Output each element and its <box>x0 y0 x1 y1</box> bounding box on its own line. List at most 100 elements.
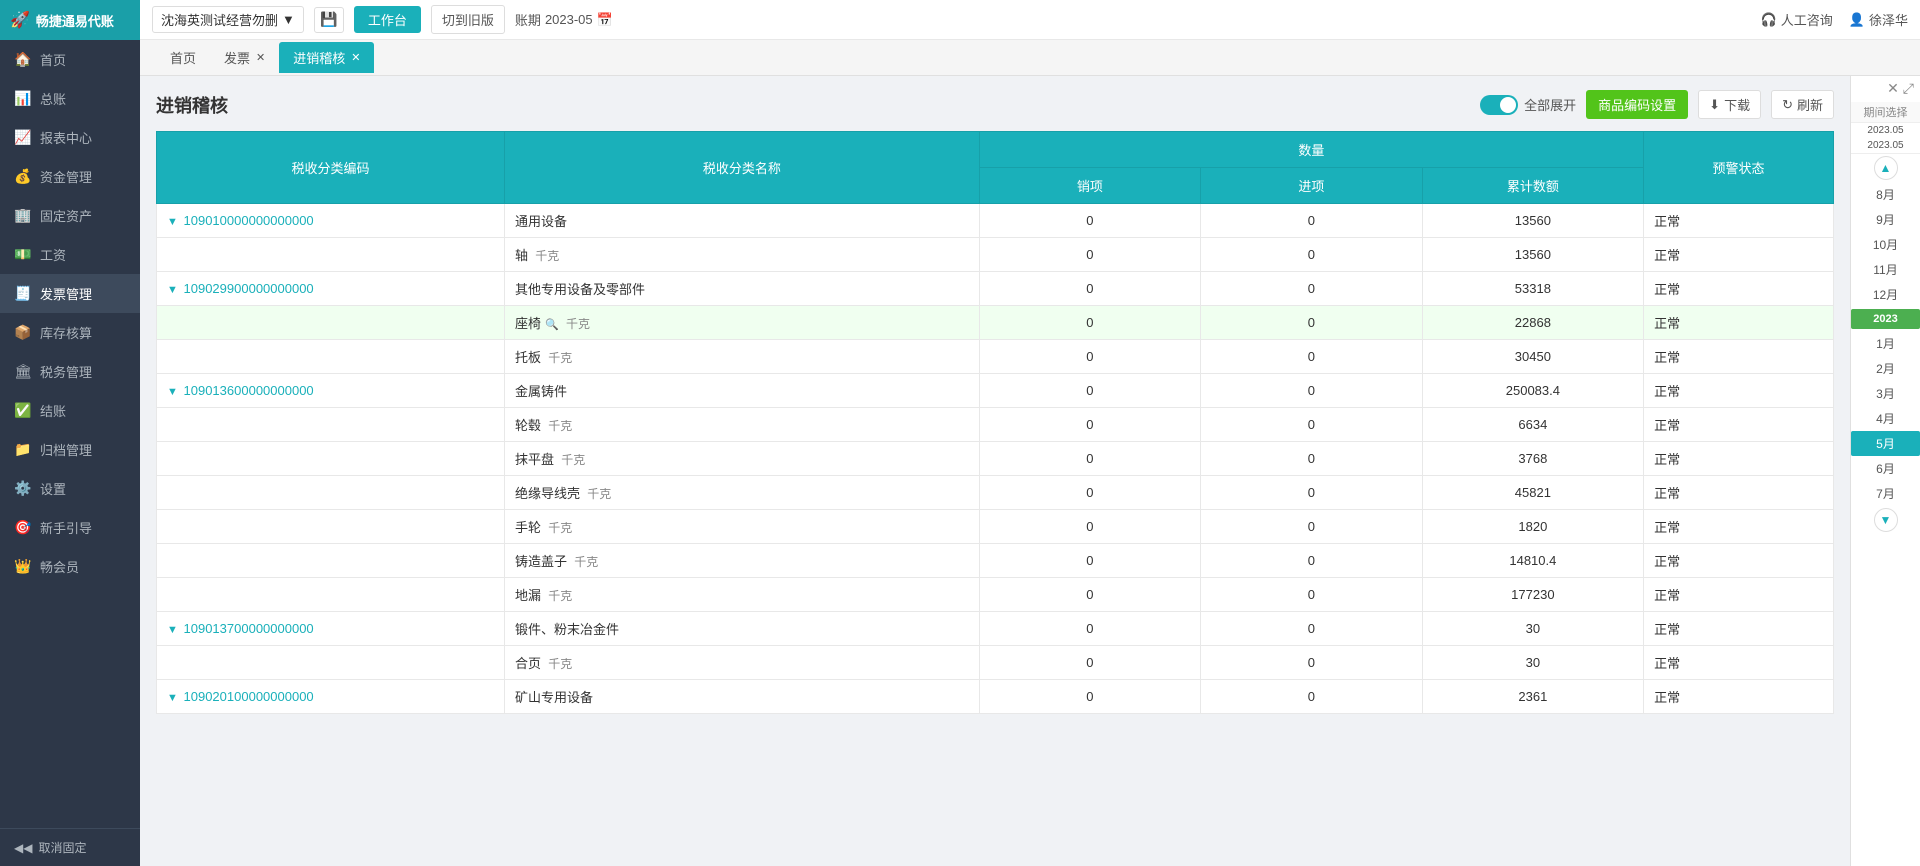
sidebar-item-home[interactable]: 🏠 首页 <box>0 40 140 79</box>
sidebar-item-ledger[interactable]: 📊 总账 <box>0 79 140 118</box>
sidebar-item-label: 总账 <box>40 89 66 108</box>
month-12[interactable]: 12月 <box>1851 282 1920 307</box>
collapse-icon[interactable]: ▼ <box>167 624 178 636</box>
period-top-1: 2023.05 <box>1851 123 1920 138</box>
sidebar-item-label: 新手引导 <box>40 518 92 537</box>
tab-home[interactable]: 首页 <box>156 42 210 73</box>
close-panel-icon[interactable]: ✕ <box>1887 80 1899 97</box>
main-area: 沈海英测试经营勿删 ▼ 💾 工作台 切到旧版 账期 2023-05 📅 🎧 人工… <box>140 0 1920 866</box>
table-cell-sales: 0 <box>979 578 1200 612</box>
tabs-bar: 首页 发票 ✕ 进销稽核 ✕ <box>140 40 1920 76</box>
collapse-icon[interactable]: ▼ <box>167 386 178 398</box>
search-small-icon[interactable]: 🔍 <box>545 319 559 331</box>
refresh-label: 刷新 <box>1797 95 1823 114</box>
month-10[interactable]: 10月 <box>1851 232 1920 257</box>
sidebar-item-invoice[interactable]: 🧾 发票管理 <box>0 274 140 313</box>
unpin-button[interactable]: ◀◀ 取消固定 <box>0 828 140 866</box>
headset-icon: 🎧 <box>1761 12 1777 28</box>
month-7[interactable]: 7月 <box>1851 481 1920 506</box>
sidebar-item-reports[interactable]: 📈 报表中心 <box>0 118 140 157</box>
table-container: 税收分类编码 税收分类名称 数量 预警状态 销项 进项 累计数额 <box>156 131 1834 714</box>
table-cell-sales: 0 <box>979 340 1200 374</box>
period-top-2: 2023.05 <box>1851 138 1920 154</box>
month-8[interactable]: 8月 <box>1851 182 1920 207</box>
month-4[interactable]: 4月 <box>1851 406 1920 431</box>
table-cell-status: 正常 <box>1644 238 1834 272</box>
table-cell-name: 绝缘导线壳 千克 <box>505 476 980 510</box>
sidebar-item-funds[interactable]: 💰 资金管理 <box>0 157 140 196</box>
month-9[interactable]: 9月 <box>1851 207 1920 232</box>
download-button[interactable]: ⬇ 下载 <box>1698 90 1761 119</box>
table-cell-sales: 0 <box>979 544 1200 578</box>
month-6[interactable]: 6月 <box>1851 456 1920 481</box>
table-cell-total: 6634 <box>1422 408 1643 442</box>
month-1[interactable]: 1月 <box>1851 331 1920 356</box>
month-11[interactable]: 11月 <box>1851 257 1920 282</box>
period-value: 2023-05 <box>545 12 593 27</box>
toggle-track[interactable] <box>1480 95 1518 115</box>
collapse-icon[interactable]: ▼ <box>167 284 178 296</box>
workbench-button[interactable]: 工作台 <box>354 6 421 33</box>
help-button[interactable]: 🎧 人工咨询 <box>1761 10 1833 29</box>
sidebar-item-label: 资金管理 <box>40 167 92 186</box>
guide-icon: 🎯 <box>14 519 32 536</box>
assets-icon: 🏢 <box>14 207 32 224</box>
app-name: 畅捷通易代账 <box>36 11 114 30</box>
collapse-icon[interactable]: ▼ <box>167 692 178 704</box>
month-2[interactable]: 2月 <box>1851 356 1920 381</box>
scroll-up-button[interactable]: ▲ <box>1874 156 1898 180</box>
table-cell-purchase: 0 <box>1201 578 1422 612</box>
sidebar-item-tax[interactable]: 🏛 税务管理 <box>0 352 140 391</box>
sidebar-item-settlement[interactable]: ✅ 结账 <box>0 391 140 430</box>
th-total: 累计数额 <box>1422 168 1643 204</box>
sidebar-item-settings[interactable]: ⚙️ 设置 <box>0 469 140 508</box>
sidebar-item-assets[interactable]: 🏢 固定资产 <box>0 196 140 235</box>
company-selector[interactable]: 沈海英测试经营勿删 ▼ <box>152 6 304 33</box>
logo-icon: 🚀 <box>10 10 30 30</box>
tab-invoice[interactable]: 发票 ✕ <box>210 42 279 73</box>
switch-old-button[interactable]: 切到旧版 <box>431 5 505 34</box>
sidebar-item-member[interactable]: 👑 畅会员 <box>0 547 140 586</box>
user-menu[interactable]: 👤 徐泽华 <box>1849 10 1908 29</box>
refresh-button[interactable]: ↻ 刷新 <box>1771 90 1834 119</box>
period-selector-title: 期间选择 <box>1851 102 1920 123</box>
table-cell-code <box>157 408 505 442</box>
table-cell-status: 正常 <box>1644 408 1834 442</box>
period-month-list: 8月 9月 10月 11月 12月 2023 1月 2月 3月 4月 5月 6月… <box>1851 182 1920 506</box>
tab-reconcile-close[interactable]: ✕ <box>351 51 360 64</box>
table-cell-name: 地漏 千克 <box>505 578 980 612</box>
table-cell-sales: 0 <box>979 238 1200 272</box>
settings-icon: ⚙️ <box>14 480 32 497</box>
sidebar: 🚀 畅捷通易代账 🏠 首页 📊 总账 📈 报表中心 💰 资金管理 🏢 固定资产 … <box>0 0 140 866</box>
sidebar-item-inventory[interactable]: 📦 库存核算 <box>0 313 140 352</box>
collapse-icon[interactable]: ▼ <box>167 216 178 228</box>
tab-invoice-close[interactable]: ✕ <box>256 51 265 64</box>
tab-reconcile[interactable]: 进销稽核 ✕ <box>279 42 374 73</box>
archive-icon: 📁 <box>14 441 32 458</box>
scroll-down-button[interactable]: ▼ <box>1874 508 1898 532</box>
sidebar-item-label: 报表中心 <box>40 128 92 147</box>
table-cell-purchase: 0 <box>1201 340 1422 374</box>
sidebar-item-label: 税务管理 <box>40 362 92 381</box>
sidebar-item-guide[interactable]: 🎯 新手引导 <box>0 508 140 547</box>
month-5[interactable]: 5月 <box>1851 431 1920 456</box>
table-cell-status: 正常 <box>1644 510 1834 544</box>
expand-panel-icon[interactable]: ⤢ <box>1903 80 1914 97</box>
download-label: 下载 <box>1724 95 1750 114</box>
table-cell-total: 14810.4 <box>1422 544 1643 578</box>
sidebar-item-salary[interactable]: 💵 工资 <box>0 235 140 274</box>
sidebar-item-archive[interactable]: 📁 归档管理 <box>0 430 140 469</box>
th-tax-code: 税收分类编码 <box>157 132 505 204</box>
tax-icon: 🏛 <box>14 363 32 380</box>
product-code-setting-button[interactable]: 商品编码设置 <box>1586 90 1688 119</box>
th-purchase: 进项 <box>1201 168 1422 204</box>
save-button[interactable]: 💾 <box>314 7 344 33</box>
sidebar-item-label: 首页 <box>40 50 66 69</box>
expand-all-toggle[interactable]: 全部展开 <box>1480 95 1576 115</box>
table-cell-status: 正常 <box>1644 544 1834 578</box>
refresh-icon: ↻ <box>1782 97 1793 113</box>
table-cell-code <box>157 442 505 476</box>
month-3[interactable]: 3月 <box>1851 381 1920 406</box>
table-cell-name: 抹平盘 千克 <box>505 442 980 476</box>
table-cell-purchase: 0 <box>1201 442 1422 476</box>
